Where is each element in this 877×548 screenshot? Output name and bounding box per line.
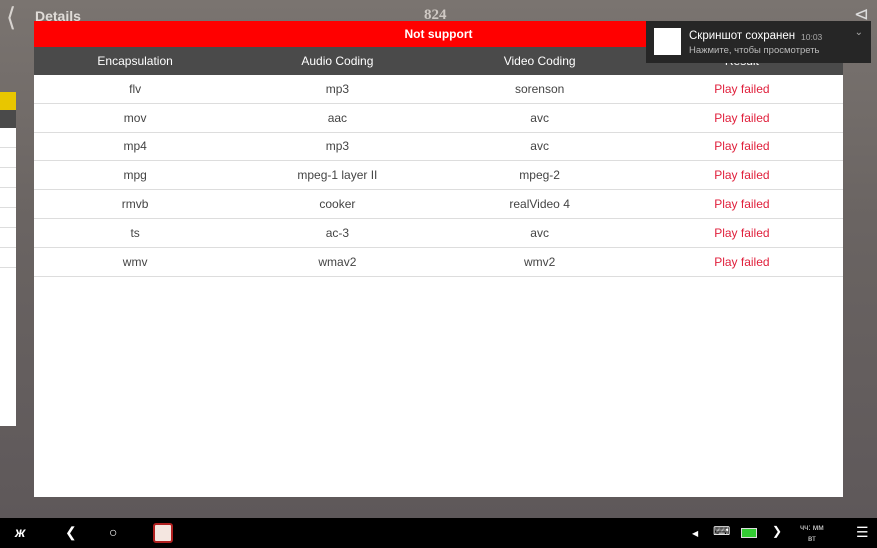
back-nav-icon[interactable]: ❮ [65,524,77,541]
audio-coding-cell: ac-3 [325,225,350,240]
screenshot-thumbnail [654,28,681,55]
result-cell: Play failed [714,81,770,96]
video-coding-cell: sorenson [514,81,565,96]
encapsulation-cell: mpg [123,168,147,183]
audio-coding-cell: aac [327,110,348,125]
encapsulation-cell: flv [129,81,142,96]
video-coding-cell: avc [530,139,549,154]
keyboard-icon[interactable]: ⌨ [713,524,730,538]
notification-time: 10:03 [801,32,823,42]
result-cell: Play failed [714,110,770,125]
result-cell: Play failed [714,168,770,183]
clock: чч: мм вт [800,522,824,544]
result-cell: Play failed [714,254,770,269]
codec-dialog: Not support Encapsulation Audio Coding V… [34,21,843,497]
encapsulation-cell: mov [123,110,147,125]
table-row[interactable]: rmvb cooker realVideo 4 Play failed [34,190,843,219]
menu-icon[interactable]: ☰ [856,524,869,541]
column-header: Encapsulation [97,54,173,68]
home-icon[interactable]: ○ [109,524,117,540]
result-cell: Play failed [714,225,770,240]
clock-time: чч: мм [800,523,824,532]
wifi-icon: ❯ [772,524,783,538]
screenshot-notification[interactable]: Скриншот сохранен 10:03 Нажмите, чтобы п… [646,21,871,63]
background-panel [0,92,16,426]
launcher-icon[interactable]: ж [15,524,25,540]
expand-icon[interactable]: ◀ [692,529,698,538]
column-header: Video Coding [503,54,576,68]
table-row[interactable]: wmv wmav2 wmv2 Play failed [34,248,843,277]
encapsulation-cell: ts [130,225,140,240]
encapsulation-cell: wmv [122,254,148,269]
column-header: Audio Coding [301,54,374,68]
back-icon[interactable]: ⟨ [6,2,16,33]
chevron-down-icon[interactable]: ⌄ [855,27,863,38]
notification-text: Нажмите, чтобы просмотреть [689,45,820,56]
video-coding-cell: mpeg-2 [519,168,560,183]
video-coding-cell: avc [530,225,549,240]
video-app-icon[interactable] [153,523,173,543]
battery-icon [741,528,757,538]
audio-coding-cell: mp3 [325,139,350,154]
encapsulation-cell: rmvb [121,197,149,212]
table-row[interactable]: mov aac avc Play failed [34,104,843,133]
table-row[interactable]: mp4 mp3 avc Play failed [34,133,843,162]
notification-title: Скриншот сохранен [689,30,796,42]
audio-coding-cell: wmav2 [318,254,357,269]
encapsulation-cell: mp4 [123,139,147,154]
video-coding-cell: realVideo 4 [509,197,570,212]
table-row[interactable]: ts ac-3 avc Play failed [34,219,843,248]
result-cell: Play failed [714,139,770,154]
table-row[interactable]: flv mp3 sorenson Play failed [34,75,843,104]
taskbar: ж ❮ ○ ◀ ⌨ ❯ чч: мм вт ☰ [0,518,877,548]
video-coding-cell: wmv2 [523,254,556,269]
clock-day: вт [808,534,816,543]
table-row[interactable]: mpg mpeg-1 layer II mpeg-2 Play failed [34,161,843,191]
audio-coding-cell: cooker [319,197,356,212]
audio-coding-cell: mpeg-1 layer II [297,168,378,183]
audio-coding-cell: mp3 [325,81,350,96]
video-coding-cell: avc [530,110,549,125]
result-cell: Play failed [714,197,770,212]
